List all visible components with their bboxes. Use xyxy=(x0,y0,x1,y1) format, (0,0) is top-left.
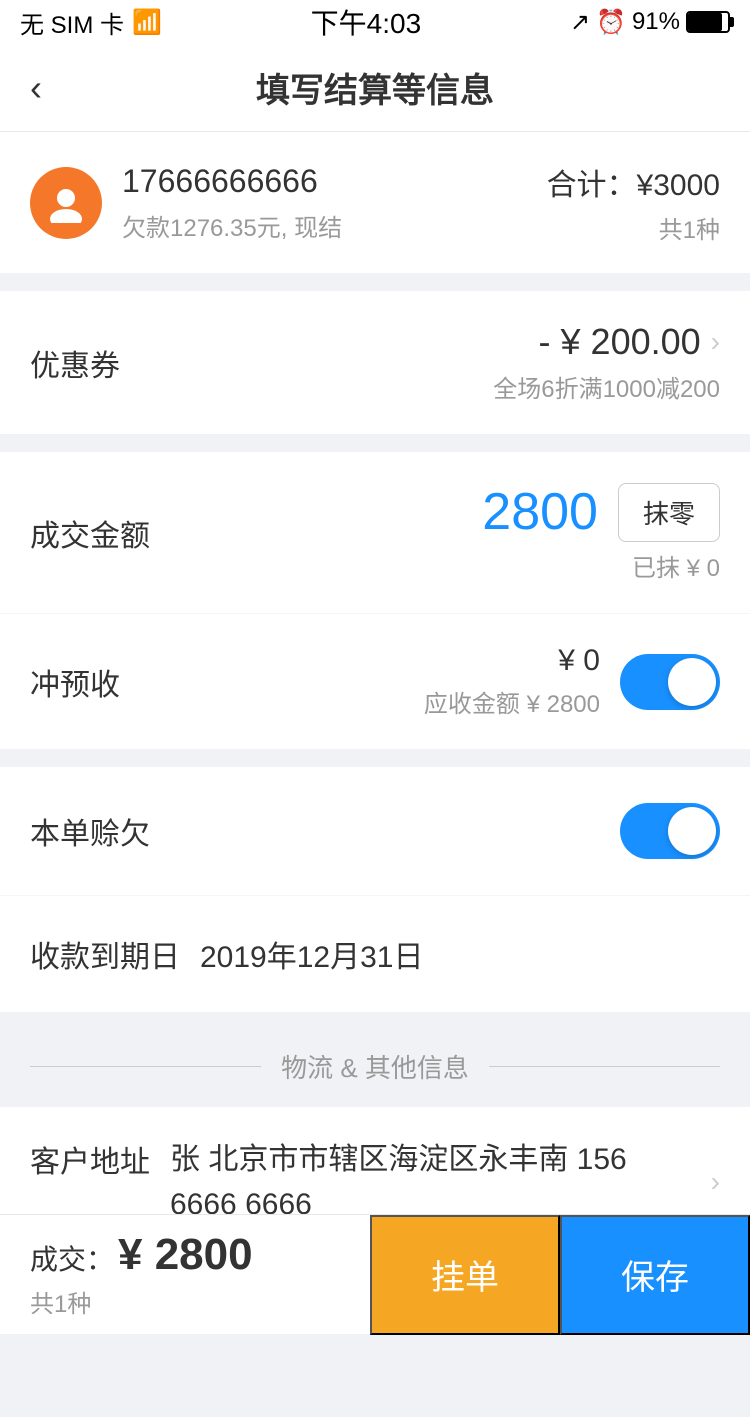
save-button[interactable]: 保存 xyxy=(560,1215,750,1335)
customer-right: 合计：¥3000 共1种 xyxy=(547,160,720,245)
customer-left: 17666666666 欠款1276.35元, 现结 xyxy=(30,163,342,243)
coupon-row[interactable]: 优惠券 - ¥ 200.00 › 全场6折满1000减200 xyxy=(0,291,750,434)
customer-phone: 17666666666 xyxy=(122,163,342,200)
prepay-sub: 应收金额 ¥ 2800 xyxy=(424,684,600,719)
logistics-divider: 物流 & 其他信息 xyxy=(0,1028,750,1105)
date-label: 收款到期日 xyxy=(30,932,180,976)
customer-card: 17666666666 欠款1276.35元, 现结 合计：¥3000 共1种 xyxy=(0,132,750,273)
footer-count: 共1种 xyxy=(30,1284,340,1319)
footer: 成交： ¥ 2800 共1种 挂单 保存 xyxy=(0,1214,750,1334)
deal-sub: 已抹 ¥ 0 xyxy=(632,548,720,583)
total-count: 共1种 xyxy=(547,210,720,245)
deal-value-group: 2800 抹零 xyxy=(482,482,720,542)
debt-row: 本单赊欠 xyxy=(0,767,750,895)
wifi-icon: 📶 xyxy=(132,8,162,37)
round-button[interactable]: 抹零 xyxy=(618,483,720,542)
battery-text: 91% xyxy=(632,8,680,36)
back-button[interactable]: ‹ xyxy=(30,67,42,109)
deal-row: 成交金额 2800 抹零 已抹 ¥ 0 xyxy=(0,452,750,614)
divider-line-left xyxy=(30,1066,261,1067)
footer-deal-label: 成交： xyxy=(30,1238,114,1278)
nav-bar: ‹ 填写结算等信息 xyxy=(0,44,750,132)
hang-button[interactable]: 挂单 xyxy=(370,1215,560,1335)
prepay-right: ¥ 0 应收金额 ¥ 2800 xyxy=(424,644,720,719)
coupon-right: - ¥ 200.00 › 全场6折满1000减200 xyxy=(493,321,720,404)
location-icon: ↗ xyxy=(570,8,590,37)
customer-info: 17666666666 欠款1276.35元, 现结 xyxy=(122,163,342,243)
customer-sub: 欠款1276.35元, 现结 xyxy=(122,208,342,243)
divider-line-right xyxy=(489,1066,720,1067)
page-title: 填写结算等信息 xyxy=(256,63,494,112)
footer-deal-amount: ¥ 2800 xyxy=(118,1230,253,1280)
divider-1 xyxy=(0,275,750,291)
deal-number: 2800 xyxy=(482,482,598,542)
address-chevron-icon: › xyxy=(711,1166,720,1198)
status-right: ↗ ⏰ 91% xyxy=(570,8,730,37)
total-amount: 合计：¥3000 xyxy=(547,160,720,204)
prepay-toggle[interactable] xyxy=(620,654,720,710)
divider-2 xyxy=(0,436,750,452)
prepay-values: ¥ 0 应收金额 ¥ 2800 xyxy=(424,644,600,719)
coupon-label: 优惠券 xyxy=(30,341,120,385)
divider-3 xyxy=(0,751,750,767)
date-row: 收款到期日 2019年12月31日 xyxy=(0,895,750,1012)
battery-icon xyxy=(686,11,730,33)
alarm-icon: ⏰ xyxy=(596,8,626,37)
coupon-chevron-icon: › xyxy=(711,326,720,358)
carrier-text: 无 SIM 卡 xyxy=(20,5,124,40)
deal-label: 成交金额 xyxy=(30,511,150,555)
status-time: 下午4:03 xyxy=(311,2,422,42)
status-left: 无 SIM 卡 📶 xyxy=(20,5,162,40)
coupon-section: 优惠券 - ¥ 200.00 › 全场6折满1000减200 xyxy=(0,291,750,434)
coupon-amount: - ¥ 200.00 xyxy=(539,321,701,363)
debt-label: 本单赊欠 xyxy=(30,809,150,853)
address-label: 客户地址 xyxy=(30,1137,150,1181)
divider-4 xyxy=(0,1012,750,1028)
logistics-label: 物流 & 其他信息 xyxy=(281,1048,469,1085)
avatar xyxy=(30,167,102,239)
amount-section: 成交金额 2800 抹零 已抹 ¥ 0 冲预收 ¥ 0 应收金额 ¥ 2800 xyxy=(0,452,750,749)
prepay-label: 冲预收 xyxy=(30,660,120,704)
coupon-desc: 全场6折满1000减200 xyxy=(493,369,720,404)
prepay-row: 冲预收 ¥ 0 应收金额 ¥ 2800 xyxy=(0,614,750,749)
debt-toggle[interactable] xyxy=(620,803,720,859)
footer-info: 成交： ¥ 2800 共1种 xyxy=(0,1230,370,1319)
date-value: 2019年12月31日 xyxy=(200,932,423,976)
prepay-amount: ¥ 0 xyxy=(424,644,600,678)
status-bar: 无 SIM 卡 📶 下午4:03 ↗ ⏰ 91% xyxy=(0,0,750,44)
debt-section: 本单赊欠 收款到期日 2019年12月31日 xyxy=(0,767,750,1012)
